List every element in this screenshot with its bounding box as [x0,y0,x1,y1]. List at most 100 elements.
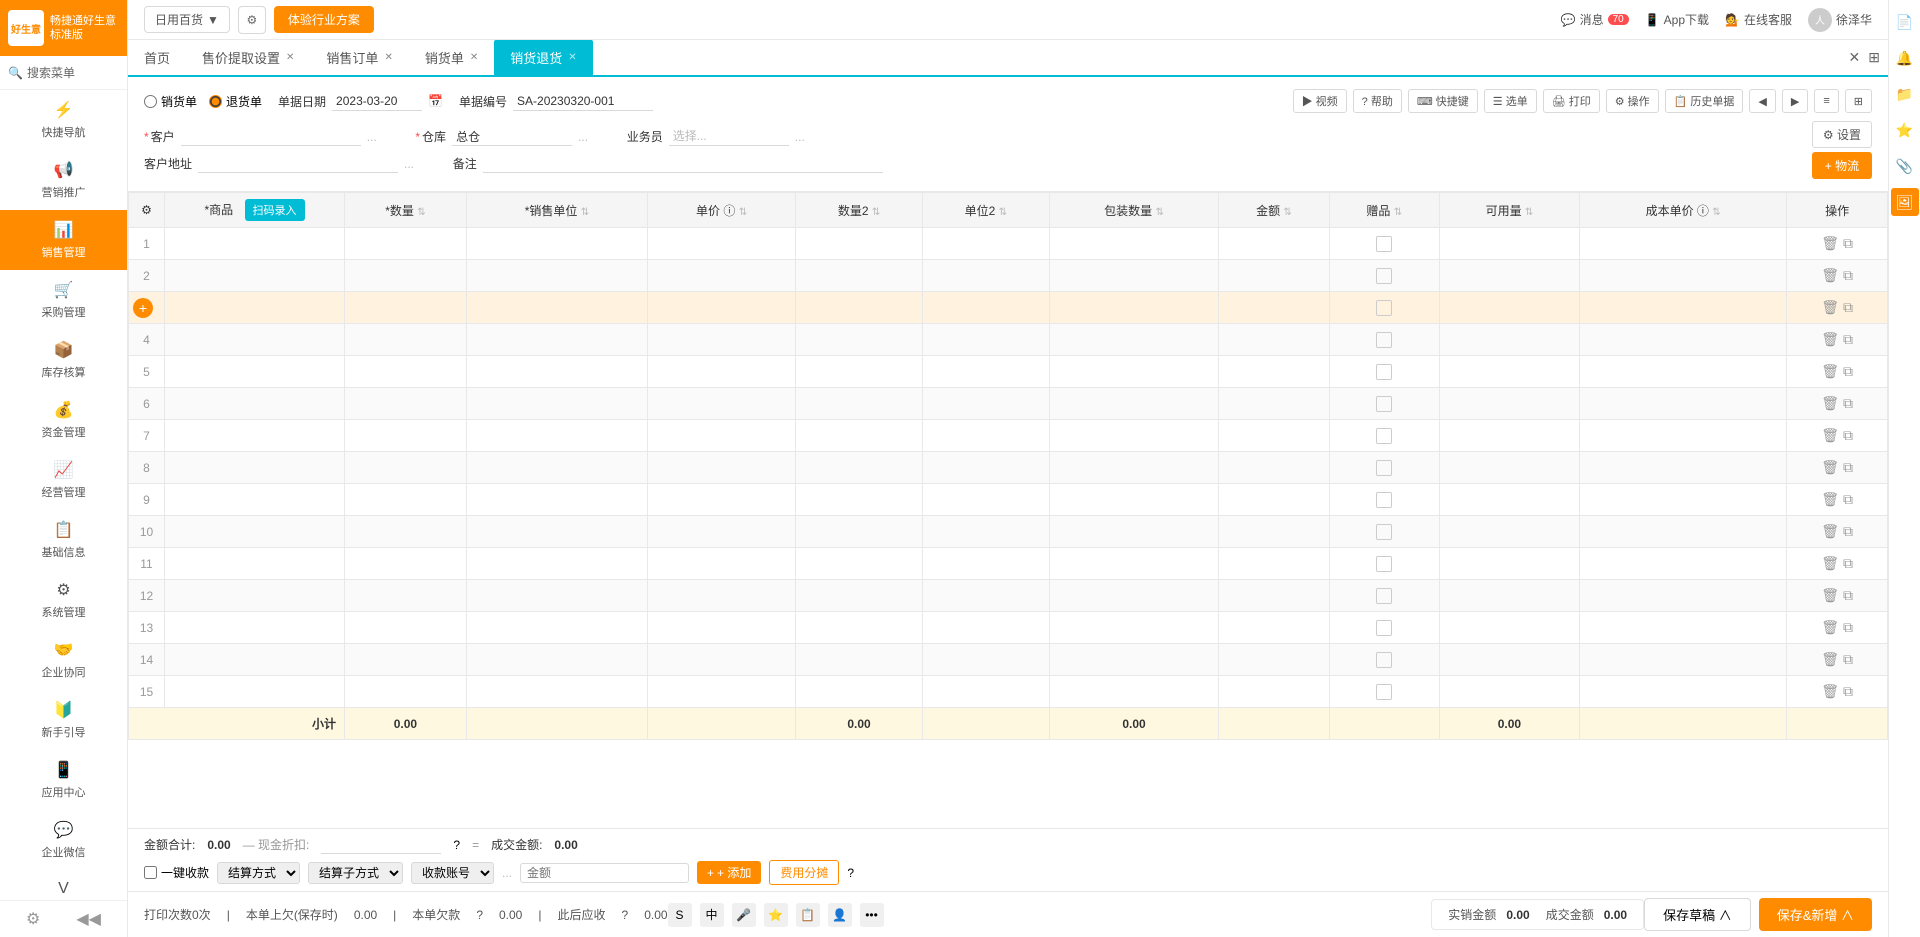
product-cell-6[interactable] [165,388,345,420]
amount-input[interactable] [520,863,689,883]
right-icon-photo[interactable]: 🖼 [1891,188,1919,216]
qty-cell-12[interactable] [345,580,467,612]
shortcut-btn[interactable]: ⌨ 快捷键 [1408,89,1478,113]
tab-home[interactable]: 首页 [128,40,186,77]
price-cell-3[interactable] [647,292,795,324]
pack-cell-13[interactable] [1049,612,1219,644]
delete-row-1[interactable]: 🗑 [1821,235,1839,252]
unit2-cell-5[interactable] [922,356,1049,388]
tab-price-settings[interactable]: 售价提取设置 ✕ [186,40,310,77]
qty-cell-15[interactable] [345,676,467,708]
qty2-cell-1[interactable] [796,228,923,260]
message-btn[interactable]: 💬 消息 70 [1561,11,1629,28]
price-cell-4[interactable] [647,324,795,356]
add-payment-btn[interactable]: + + 添加 [697,861,761,884]
price-cell-10[interactable] [647,516,795,548]
available-cell-9[interactable] [1439,484,1579,516]
copy-row-5[interactable]: ⧉ [1843,363,1853,380]
pack-cell-15[interactable] [1049,676,1219,708]
right-icon-folder[interactable]: 📁 [1891,80,1919,108]
gift-checkbox-8[interactable] [1376,460,1392,476]
right-icon-clip[interactable]: 📎 [1891,152,1919,180]
close-sales[interactable]: ✕ [470,52,478,63]
delete-row-3[interactable]: 🗑 [1821,299,1839,316]
qty-cell-10[interactable] [345,516,467,548]
app-download-btn[interactable]: 📱 App下载 [1645,11,1709,28]
pack-cell-4[interactable] [1049,324,1219,356]
copy-row-1[interactable]: ⧉ [1843,235,1853,252]
warehouse-input[interactable] [452,127,572,146]
sidebar-item-member[interactable]: V 畅会员 [0,870,127,900]
date-input[interactable] [332,92,422,111]
unit-cell-6[interactable] [466,388,647,420]
close-returns[interactable]: ✕ [568,52,576,63]
note-input[interactable] [483,154,883,173]
unit2-cell-12[interactable] [922,580,1049,612]
unit-cell-11[interactable] [466,548,647,580]
qty2-cell-8[interactable] [796,452,923,484]
product-cell-13[interactable] [165,612,345,644]
unit-cell-12[interactable] [466,580,647,612]
amount-cell-3[interactable] [1219,292,1329,324]
calendar-icon[interactable]: 📅 [428,94,443,108]
pack-cell-10[interactable] [1049,516,1219,548]
sidebar-item-wechat[interactable]: 💬 企业微信 [0,810,127,870]
gift-checkbox-9[interactable] [1376,492,1392,508]
amount-cell-9[interactable] [1219,484,1329,516]
cost-cell-7[interactable] [1579,420,1786,452]
gift-cell-12[interactable] [1329,580,1439,612]
price-cell-6[interactable] [647,388,795,420]
sidebar-item-sales[interactable]: 📊 销售管理 [0,210,127,270]
gift-cell-4[interactable] [1329,324,1439,356]
sidebar-item-enterprise[interactable]: 🤝 企业协同 [0,630,127,690]
delete-row-11[interactable]: 🗑 [1821,555,1839,572]
gift-cell-11[interactable] [1329,548,1439,580]
amount-cell-2[interactable] [1219,260,1329,292]
unit2-cell-10[interactable] [922,516,1049,548]
cost-cell-2[interactable] [1579,260,1786,292]
price-cell-11[interactable] [647,548,795,580]
unit2-cell-11[interactable] [922,548,1049,580]
delete-row-15[interactable]: 🗑 [1821,683,1839,700]
gift-checkbox-2[interactable] [1376,268,1392,284]
right-icon-doc[interactable]: 📄 [1891,8,1919,36]
price-cell-13[interactable] [647,612,795,644]
qty2-cell-2[interactable] [796,260,923,292]
copy-row-14[interactable]: ⧉ [1843,651,1853,668]
sidebar-item-finance[interactable]: 💰 资金管理 [0,390,127,450]
available-cell-11[interactable] [1439,548,1579,580]
close-all-tabs-btn[interactable]: ✕ [1849,49,1861,66]
gift-cell-14[interactable] [1329,644,1439,676]
toolbar-s-icon[interactable]: S [668,903,692,927]
pack-cell-9[interactable] [1049,484,1219,516]
sidebar-item-inventory[interactable]: 📦 库存核算 [0,330,127,390]
unit2-cell-2[interactable] [922,260,1049,292]
unit-cell-13[interactable] [466,612,647,644]
unit-cell-2[interactable] [466,260,647,292]
available-cell-2[interactable] [1439,260,1579,292]
sidebar-item-system[interactable]: ⚙ 系统管理 [0,570,127,630]
available-cell-3[interactable] [1439,292,1579,324]
price-cell-5[interactable] [647,356,795,388]
cost-cell-10[interactable] [1579,516,1786,548]
cost-cell-12[interactable] [1579,580,1786,612]
sidebar-item-basic[interactable]: 📋 基础信息 [0,510,127,570]
delete-row-6[interactable]: 🗑 [1821,395,1839,412]
price-cell-9[interactable] [647,484,795,516]
qty2-cell-5[interactable] [796,356,923,388]
delete-row-10[interactable]: 🗑 [1821,523,1839,540]
cost-cell-6[interactable] [1579,388,1786,420]
pack-cell-3[interactable] [1049,292,1219,324]
available-cell-5[interactable] [1439,356,1579,388]
qty-cell-7[interactable] [345,420,467,452]
product-cell-3[interactable] [165,292,345,324]
tab-returns[interactable]: 销货退货 ✕ [494,40,592,77]
copy-row-11[interactable]: ⧉ [1843,555,1853,572]
available-cell-10[interactable] [1439,516,1579,548]
product-cell-5[interactable] [165,356,345,388]
operation-btn[interactable]: ⚙ 操作 [1606,89,1659,113]
product-cell-7[interactable] [165,420,345,452]
cost-cell-4[interactable] [1579,324,1786,356]
gift-cell-2[interactable] [1329,260,1439,292]
unit-cell-3[interactable] [466,292,647,324]
